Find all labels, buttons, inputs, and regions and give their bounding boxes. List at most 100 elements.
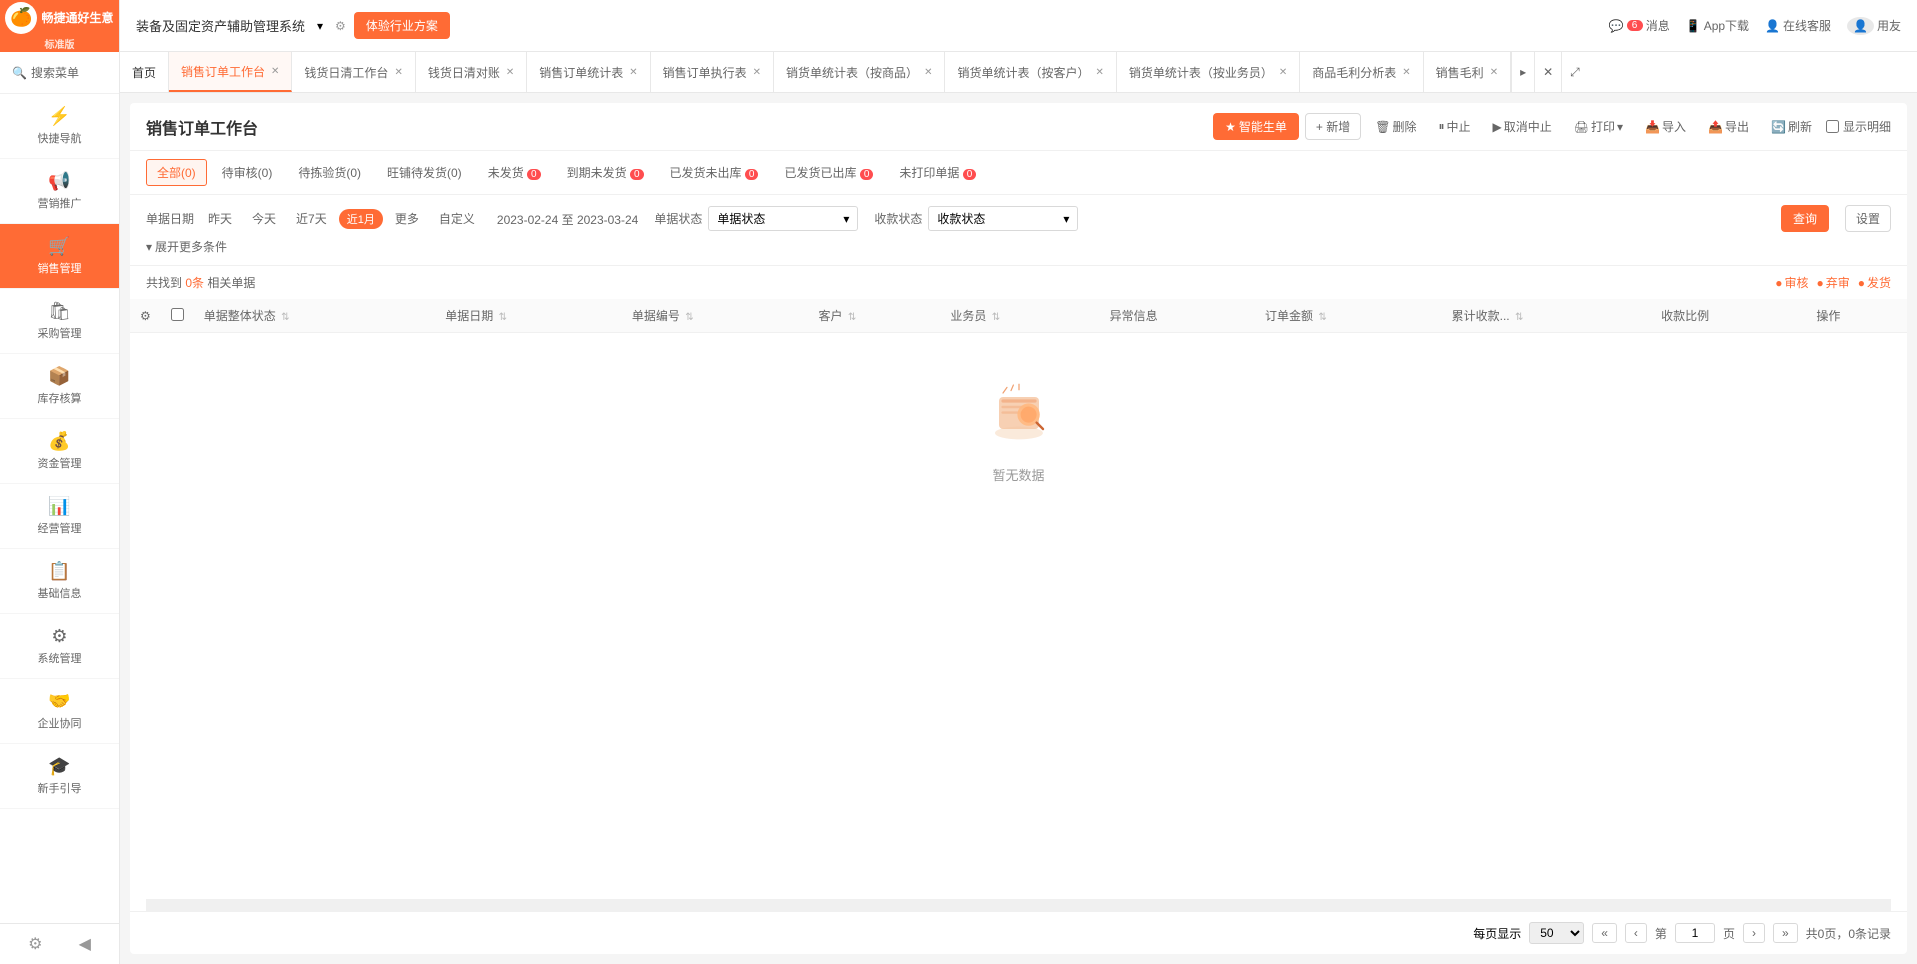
sidebar-item-finance[interactable]: 💰 资金管理 — [0, 419, 119, 484]
add-button[interactable]: + 新增 — [1305, 113, 1361, 140]
payment-select[interactable]: 收款状态 ▾ — [928, 206, 1078, 231]
date-7days-btn[interactable]: 近7天 — [288, 208, 335, 229]
settings-icon-header[interactable]: ⚙ — [335, 19, 346, 33]
sidebar-item-operations[interactable]: 📊 经营管理 — [0, 484, 119, 549]
tab-close-all-button[interactable]: ✕ — [1534, 52, 1561, 92]
tab-sales-order-stats[interactable]: 销售订单统计表 ✕ — [527, 52, 650, 92]
sub-tab-overdue-not-shipped[interactable]: 到期未发货 0 — [556, 159, 655, 186]
suspend-button[interactable]: ⏸ 中止 — [1431, 114, 1479, 139]
date-yesterday-btn[interactable]: 昨天 — [200, 208, 240, 229]
page-number-input[interactable] — [1675, 923, 1715, 943]
delete-button[interactable]: 🗑 删除 — [1367, 114, 1424, 139]
sub-tab-all[interactable]: 全部(0) — [146, 159, 207, 186]
select-all-checkbox[interactable] — [171, 308, 184, 321]
refresh-button[interactable]: 🔄 刷新 — [1763, 114, 1820, 139]
user-menu-button[interactable]: 👤 用友 — [1847, 17, 1901, 35]
tab-home[interactable]: 首页 — [120, 52, 169, 92]
tab-sales-order-exec[interactable]: 销售订单执行表 ✕ — [651, 52, 774, 92]
import-button[interactable]: 📥 导入 — [1637, 114, 1694, 139]
expand-filter-button[interactable]: ▾ 展开更多条件 — [146, 238, 1891, 255]
close-tab-order-exec[interactable]: ✕ — [753, 67, 761, 78]
tab-sales-stats-product[interactable]: 销货单统计表（按商品） ✕ — [774, 52, 945, 92]
sidebar-item-system[interactable]: ⚙ 系统管理 — [0, 614, 119, 679]
settings-bottom-button[interactable]: ⚙ — [28, 934, 42, 954]
sub-tab-not-shipped[interactable]: 未发货 0 — [477, 159, 552, 186]
review-action-button[interactable]: ● 审核 — [1775, 274, 1808, 291]
marketing-icon: 📢 — [48, 171, 70, 192]
th-checkbox — [161, 299, 194, 333]
tab-more-button[interactable]: ▸ — [1511, 52, 1534, 92]
close-tab-order-stats[interactable]: ✕ — [629, 67, 637, 78]
first-page-button[interactable]: « — [1592, 923, 1617, 943]
print-button[interactable]: 🖨 打印 ▾ — [1566, 114, 1631, 139]
close-tab-stats-customer[interactable]: ✕ — [1095, 67, 1103, 78]
tab-sales-stats-staff[interactable]: 销货单统计表（按业务员） ✕ — [1117, 52, 1300, 92]
tab-sales-profit[interactable]: 销售毛利 ✕ — [1424, 52, 1511, 92]
date-1month-btn[interactable]: 近1月 — [339, 209, 383, 229]
status-select[interactable]: 单据状态 ▾ — [708, 206, 858, 231]
sidebar-item-guide[interactable]: 🎓 新手引导 — [0, 744, 119, 809]
sub-tab-not-printed[interactable]: 未打印单据 0 — [888, 159, 987, 186]
app-download-button[interactable]: 📱 App下载 — [1686, 17, 1749, 34]
cancel-review-label: 弃审 — [1826, 274, 1850, 291]
cancel-review-action-button[interactable]: ● 弃审 — [1816, 274, 1849, 291]
sub-tab-pending-inspect[interactable]: 待拣验货(0) — [287, 159, 372, 186]
sidebar-item-inventory[interactable]: 📦 库存核算 — [0, 354, 119, 419]
close-tab-sales-profit[interactable]: ✕ — [1490, 67, 1498, 78]
close-tab-cash-daily[interactable]: ✕ — [394, 67, 402, 78]
close-tab-sales-workbench[interactable]: ✕ — [271, 66, 279, 77]
cancel-suspend-button[interactable]: ▶ 取消中止 — [1485, 114, 1560, 139]
sidebar-menu: ⚡ 快捷导航 📢 营销推广 🛒 销售管理 🛍 采购管理 📦 库存核算 💰 资金管… — [0, 94, 119, 923]
page-actions: ★ 智能生单 + 新增 🗑 删除 ⏸ 中止 ▶ 取消中止 — [1213, 113, 1891, 140]
sub-tab-pending-review[interactable]: 待审核(0) — [211, 159, 284, 186]
date-custom-btn[interactable]: 自定义 — [431, 208, 483, 229]
search-menu-button[interactable]: 🔍 搜索菜单 — [8, 60, 111, 85]
table-settings-icon[interactable]: ⚙ — [140, 309, 151, 323]
query-button[interactable]: 查询 — [1781, 205, 1829, 232]
not-printed-badge: 0 — [963, 169, 977, 180]
export-button[interactable]: 📤 导出 — [1700, 114, 1757, 139]
tab-cash-daily-workbench[interactable]: 钱货日清工作台 ✕ — [292, 52, 415, 92]
th-staff[interactable]: 业务员 ⇅ — [940, 299, 1099, 333]
tab-expand-button[interactable]: ⤢ — [1561, 52, 1588, 92]
tab-sales-stats-customer[interactable]: 销货单统计表（按客户） ✕ — [945, 52, 1116, 92]
trial-button[interactable]: 体验行业方案 — [354, 12, 450, 39]
th-amount[interactable]: 订单金额 ⇅ — [1255, 299, 1442, 333]
th-customer[interactable]: 客户 ⇅ — [809, 299, 941, 333]
tab-sales-order-workbench[interactable]: 销售订单工作台 ✕ — [169, 52, 292, 92]
th-number[interactable]: 单据编号 ⇅ — [622, 299, 809, 333]
message-button[interactable]: 💬 6 消息 — [1609, 17, 1670, 34]
sidebar-item-enterprise[interactable]: 🤝 企业协同 — [0, 679, 119, 744]
tab-cash-daily-reconcile[interactable]: 钱货日清对账 ✕ — [416, 52, 527, 92]
sidebar-item-basic-info[interactable]: 📋 基础信息 — [0, 549, 119, 614]
sidebar-item-marketing[interactable]: 📢 营销推广 — [0, 159, 119, 224]
close-tab-stats-staff[interactable]: ✕ — [1279, 67, 1287, 78]
last-page-button[interactable]: » — [1773, 923, 1798, 943]
online-service-button[interactable]: 👤 在线客服 — [1765, 17, 1831, 34]
system-dropdown[interactable]: ▾ — [313, 15, 327, 37]
smart-create-button[interactable]: ★ 智能生单 — [1213, 113, 1299, 140]
tab-goods-margin[interactable]: 商品毛利分析表 ✕ — [1300, 52, 1423, 92]
sub-tab-wangpu-pending[interactable]: 旺铺待发货(0) — [376, 159, 473, 186]
th-date[interactable]: 单据日期 ⇅ — [435, 299, 622, 333]
page-size-select[interactable]: 50 10 20 100 — [1529, 922, 1584, 944]
close-tab-stats-product[interactable]: ✕ — [924, 67, 932, 78]
collapse-button[interactable]: ◀ — [79, 934, 91, 954]
sidebar-item-quick-nav[interactable]: ⚡ 快捷导航 — [0, 94, 119, 159]
next-page-button[interactable]: › — [1743, 923, 1765, 943]
th-collected[interactable]: 累计收款... ⇅ — [1442, 299, 1652, 333]
show-detail-checkbox[interactable] — [1826, 120, 1839, 133]
prev-page-button[interactable]: ‹ — [1625, 923, 1647, 943]
sub-tab-shipped-not-out[interactable]: 已发货未出库 0 — [659, 159, 770, 186]
th-status[interactable]: 单据整体状态 ⇅ — [194, 299, 435, 333]
setting-button[interactable]: 设置 — [1845, 205, 1891, 232]
horizontal-scrollbar[interactable] — [146, 899, 1891, 911]
date-today-btn[interactable]: 今天 — [244, 208, 284, 229]
sub-tab-shipped-out[interactable]: 已发货已出库 0 — [773, 159, 884, 186]
sidebar-item-sales[interactable]: 🛒 销售管理 — [0, 224, 119, 289]
sidebar-item-purchase[interactable]: 🛍 采购管理 — [0, 289, 119, 354]
date-more-btn[interactable]: 更多 — [387, 208, 427, 229]
close-tab-reconcile[interactable]: ✕ — [506, 67, 514, 78]
ship-action-button[interactable]: ● 发货 — [1858, 274, 1891, 291]
close-tab-goods-margin[interactable]: ✕ — [1402, 67, 1410, 78]
